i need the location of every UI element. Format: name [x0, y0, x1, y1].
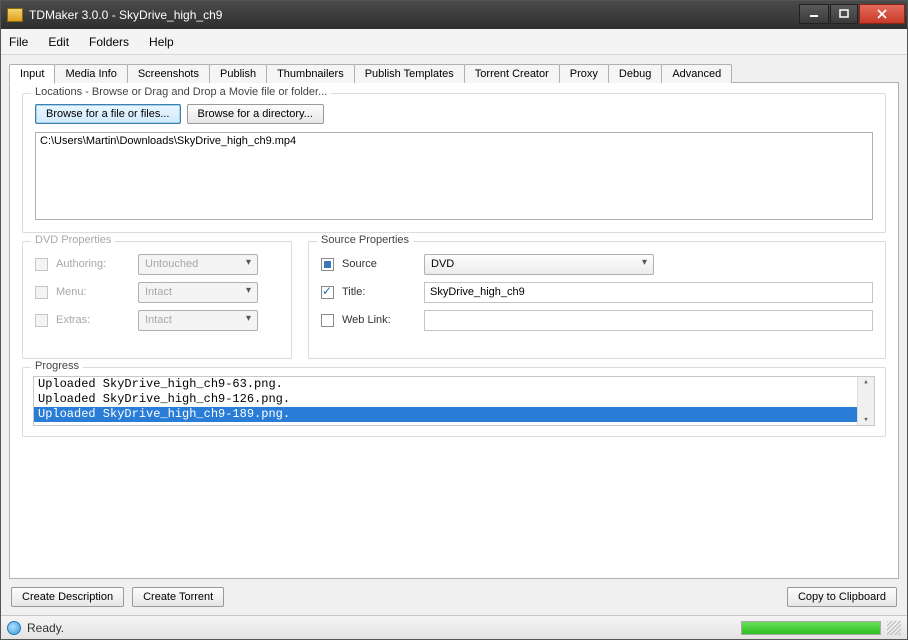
locations-legend: Locations - Browse or Drag and Drop a Mo…: [31, 86, 331, 98]
bottom-toolbar: Create Description Create Torrent Copy t…: [1, 579, 907, 615]
progress-group: Progress Uploaded SkyDrive_high_ch9-63.p…: [22, 367, 886, 437]
dvd-properties-group: DVD Properties Authoring: Untouched Menu…: [22, 241, 292, 359]
status-icon: [7, 621, 21, 635]
menu-edit[interactable]: Edit: [48, 35, 69, 49]
window-buttons: [798, 4, 905, 26]
locations-group: Locations - Browse or Drag and Drop a Mo…: [22, 93, 886, 233]
menu-folders[interactable]: Folders: [89, 35, 129, 49]
menu-label: Menu:: [56, 286, 130, 298]
browse-files-button[interactable]: Browse for a file or files...: [35, 104, 181, 124]
extras-select: Intact: [138, 310, 258, 331]
tab-proxy[interactable]: Proxy: [559, 64, 609, 83]
progress-legend: Progress: [31, 360, 83, 372]
status-text: Ready.: [27, 621, 64, 635]
tab-debug[interactable]: Debug: [608, 64, 662, 83]
extras-label: Extras:: [56, 314, 130, 326]
app-window: TDMaker 3.0.0 - SkyDrive_high_ch9 File E…: [0, 0, 908, 640]
client-area: Input Media Info Screenshots Publish Thu…: [1, 55, 907, 579]
menubar: File Edit Folders Help: [1, 29, 907, 55]
menu-select: Intact: [138, 282, 258, 303]
resize-grip-icon[interactable]: [887, 621, 901, 635]
scroll-down-icon[interactable]: ▾: [863, 415, 868, 425]
authoring-select: Untouched: [138, 254, 258, 275]
tab-screenshots[interactable]: Screenshots: [127, 64, 210, 83]
tab-publish[interactable]: Publish: [209, 64, 267, 83]
create-torrent-button[interactable]: Create Torrent: [132, 587, 224, 607]
source-legend: Source Properties: [317, 234, 413, 246]
maximize-button[interactable]: [830, 4, 858, 24]
create-description-button[interactable]: Create Description: [11, 587, 124, 607]
authoring-checkbox: [35, 258, 48, 271]
progress-line[interactable]: Uploaded SkyDrive_high_ch9-63.png.: [34, 377, 857, 392]
title-checkbox[interactable]: [321, 286, 334, 299]
extras-checkbox: [35, 314, 48, 327]
authoring-label: Authoring:: [56, 258, 130, 270]
tab-content-input: Locations - Browse or Drag and Drop a Mo…: [9, 82, 899, 579]
source-properties-group: Source Properties Source DVD Title: SkyD…: [308, 241, 886, 359]
progress-line[interactable]: Uploaded SkyDrive_high_ch9-126.png.: [34, 392, 857, 407]
copy-clipboard-button[interactable]: Copy to Clipboard: [787, 587, 897, 607]
minimize-button[interactable]: [799, 4, 829, 24]
file-list-item[interactable]: C:\Users\Martin\Downloads\SkyDrive_high_…: [40, 135, 868, 147]
scroll-up-icon[interactable]: ▴: [863, 377, 868, 387]
weblink-input[interactable]: [424, 310, 873, 331]
app-icon: [7, 8, 23, 22]
dvd-legend: DVD Properties: [31, 234, 115, 246]
tab-publish-templates[interactable]: Publish Templates: [354, 64, 465, 83]
weblink-checkbox[interactable]: [321, 314, 334, 327]
titlebar[interactable]: TDMaker 3.0.0 - SkyDrive_high_ch9: [1, 1, 907, 29]
tab-thumbnailers[interactable]: Thumbnailers: [266, 64, 355, 83]
menu-help[interactable]: Help: [149, 35, 174, 49]
menu-file[interactable]: File: [9, 35, 28, 49]
tab-strip: Input Media Info Screenshots Publish Thu…: [9, 61, 899, 83]
progress-list[interactable]: Uploaded SkyDrive_high_ch9-63.png. Uploa…: [33, 376, 875, 426]
progress-scrollbar[interactable]: ▴ ▾: [857, 377, 874, 425]
statusbar: Ready.: [1, 615, 907, 639]
weblink-label: Web Link:: [342, 314, 416, 326]
progress-line-selected[interactable]: Uploaded SkyDrive_high_ch9-189.png.: [34, 407, 857, 422]
source-select[interactable]: DVD: [424, 254, 654, 275]
tab-torrent-creator[interactable]: Torrent Creator: [464, 64, 560, 83]
window-title: TDMaker 3.0.0 - SkyDrive_high_ch9: [29, 8, 798, 22]
source-label: Source: [342, 258, 416, 270]
title-input[interactable]: SkyDrive_high_ch9: [424, 282, 873, 303]
browse-directory-button[interactable]: Browse for a directory...: [187, 104, 324, 124]
menu-checkbox: [35, 286, 48, 299]
file-list[interactable]: C:\Users\Martin\Downloads\SkyDrive_high_…: [35, 132, 873, 220]
tab-advanced[interactable]: Advanced: [661, 64, 732, 83]
close-button[interactable]: [859, 4, 905, 24]
title-label: Title:: [342, 286, 416, 298]
tab-input[interactable]: Input: [9, 64, 55, 84]
source-checkbox[interactable]: [321, 258, 334, 271]
status-progressbar: [741, 621, 881, 635]
tab-media-info[interactable]: Media Info: [54, 64, 127, 83]
